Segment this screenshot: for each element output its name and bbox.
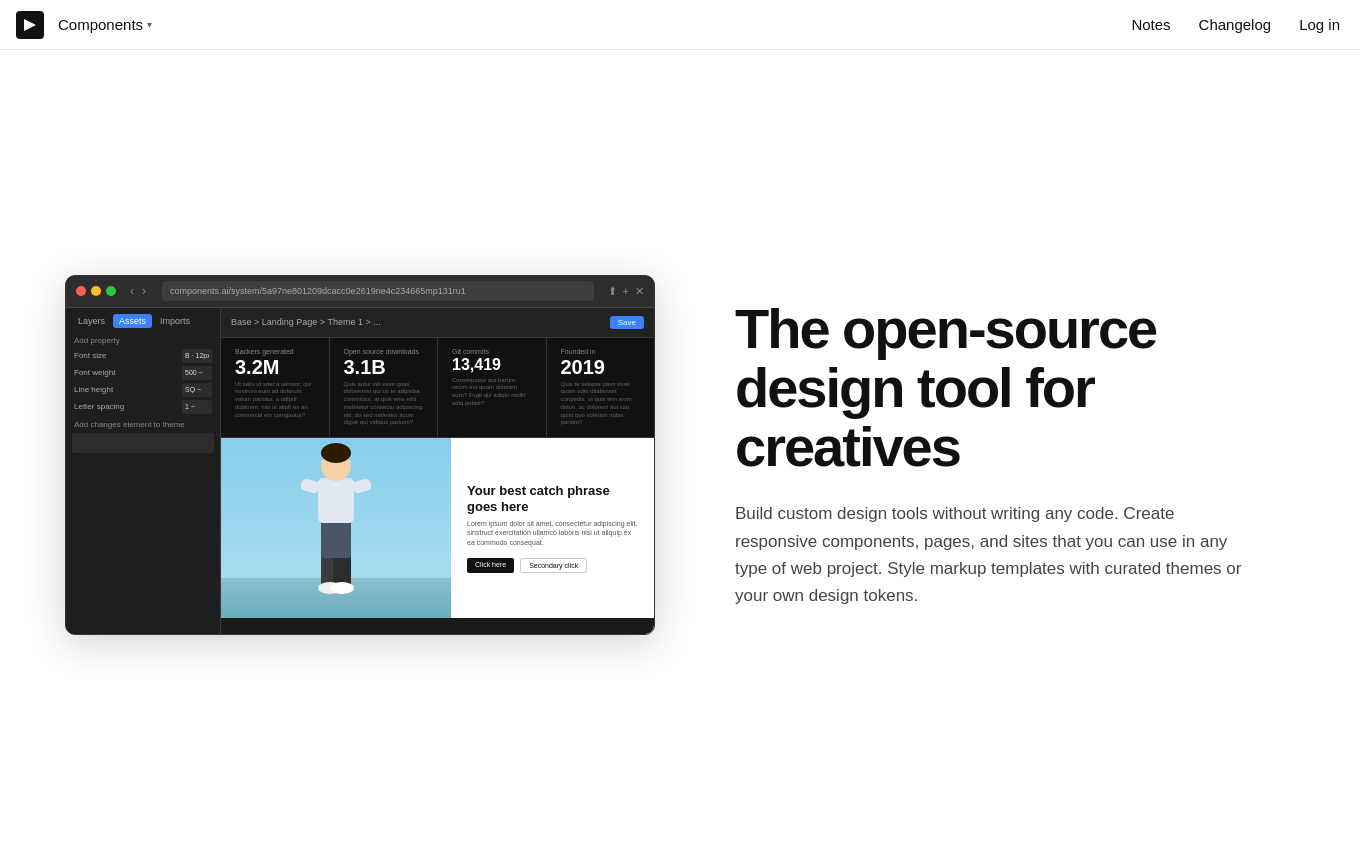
stat-backers-value: 3.2M	[235, 357, 315, 377]
sidebar-line-height-input[interactable]	[182, 383, 212, 397]
hero-buttons: Click here Secondary click	[467, 558, 638, 573]
right-content: The open-source design tool for creative…	[735, 300, 1295, 609]
dot-green[interactable]	[106, 286, 116, 296]
hero-content: Your best catch phrase goes here Lorem i…	[451, 438, 654, 618]
sidebar-tab-assets[interactable]: Assets	[113, 314, 152, 328]
components-menu-button[interactable]: Components ▾	[50, 12, 160, 37]
sidebar-add-property-label: Add property	[72, 336, 214, 345]
app-topbar-breadcrumb: Base > Landing Page > Theme 1 > ...	[231, 317, 381, 327]
sidebar-tab-imports[interactable]: Imports	[154, 314, 196, 328]
browser-dots	[76, 286, 116, 296]
logo-icon[interactable]	[16, 11, 44, 39]
browser-back-icon[interactable]: ‹	[128, 284, 136, 298]
login-link[interactable]: Log in	[1299, 16, 1340, 33]
nav-right: Notes Changelog Log in	[1131, 16, 1340, 33]
hero-secondary-button[interactable]: Secondary click	[520, 558, 587, 573]
stat-backers-desc: Ut selis ut sdet a senixor, qui nostrum …	[235, 381, 315, 420]
hero-image	[221, 438, 451, 618]
sidebar-line-height-label: Line height	[74, 385, 113, 394]
nav-left: Components ▾	[16, 11, 160, 39]
sidebar-font-size-row: Font size	[72, 349, 214, 363]
stat-downloads-label: Open source downloads	[344, 348, 424, 355]
sidebar-font-weight-input[interactable]	[182, 366, 212, 380]
browser-add-tab-icon[interactable]: +	[623, 285, 629, 298]
sidebar-tab-layers[interactable]: Layers	[72, 314, 111, 328]
stat-commits-value: 13,419	[452, 357, 532, 373]
sidebar-letter-spacing-input[interactable]	[182, 400, 212, 414]
browser-forward-icon[interactable]: ›	[140, 284, 148, 298]
topbar-path: Base > Landing Page > Theme 1 > ...	[231, 317, 381, 327]
svg-point-7	[330, 582, 354, 594]
dot-red[interactable]	[76, 286, 86, 296]
browser-url-bar[interactable]: components.ai/system/5a97ne801209dcacc0e…	[162, 281, 594, 301]
sidebar-font-weight-row: Font weight	[72, 366, 214, 380]
hero-primary-button[interactable]: Click here	[467, 558, 514, 573]
svg-point-12	[321, 443, 351, 463]
sidebar-letter-spacing-label: Letter spacing	[74, 402, 124, 411]
sidebar-constraints-label: Add changes element to theme	[72, 420, 214, 429]
app-content: Layers Assets Imports Add property Font …	[66, 308, 654, 635]
stat-commits-label: Git commits	[452, 348, 532, 355]
navbar: Components ▾ Notes Changelog Log in	[0, 0, 1360, 50]
browser-nav-btns: ‹ ›	[128, 284, 148, 298]
stat-cell-founded: Founded in 2019 Quis te velupta utem ess…	[547, 338, 655, 438]
sidebar-line-height-row: Line height	[72, 383, 214, 397]
sidebar-constraints-section: Add changes element to theme	[72, 420, 214, 453]
stat-cell-commits: Git commits 13,419 Consequatur aut harum…	[438, 338, 547, 438]
stat-downloads-desc: Quis autur vel esse quas doloremist qui …	[344, 381, 424, 428]
sidebar-tabs: Layers Assets Imports	[72, 314, 214, 328]
app-sidebar: Layers Assets Imports Add property Font …	[66, 308, 221, 635]
stat-commits-desc: Consequatur aut harum rerum est quam dol…	[452, 377, 532, 408]
app-main: Base > Landing Page > Theme 1 > ... Save…	[221, 308, 654, 635]
hero-catch-phrase: Your best catch phrase goes here	[467, 483, 638, 514]
stat-cell-downloads: Open source downloads 3.1B Quis autur ve…	[330, 338, 439, 438]
hero-lorem: Lorem ipsum dolor sit amet, consectetur …	[467, 519, 638, 548]
notes-link[interactable]: Notes	[1131, 16, 1170, 33]
stat-downloads-value: 3.1B	[344, 357, 424, 377]
svg-rect-5	[321, 518, 351, 558]
stat-founded-value: 2019	[561, 357, 641, 377]
app-save-button[interactable]: Save	[610, 316, 644, 329]
sidebar-font-size-label: Font size	[74, 351, 106, 360]
stat-founded-desc: Quis te velupta utem esse quam odio dila…	[561, 381, 641, 428]
stat-founded-label: Founded in	[561, 348, 641, 355]
main-heading: The open-source design tool for creative…	[735, 300, 1295, 476]
stat-cell-backers: Backers generated 3.2M Ut selis ut sdet …	[221, 338, 330, 438]
dot-yellow[interactable]	[91, 286, 101, 296]
browser-chrome: ‹ › components.ai/system/5a97ne801209dca…	[66, 276, 654, 308]
sidebar-letter-spacing-row: Letter spacing	[72, 400, 214, 414]
main-description: Build custom design tools without writin…	[735, 500, 1255, 609]
sidebar-properties-section: Add property Font size Font weight Line …	[72, 336, 214, 414]
stats-row: Backers generated 3.2M Ut selis ut sdet …	[221, 338, 654, 439]
main-content: ‹ › components.ai/system/5a97ne801209dca…	[0, 50, 1360, 859]
footer-strip	[221, 618, 654, 634]
sidebar-font-size-input[interactable]	[182, 349, 212, 363]
sidebar-font-weight-label: Font weight	[74, 368, 115, 377]
components-label: Components	[58, 16, 143, 33]
browser-share-icon[interactable]: ⬆	[608, 285, 617, 298]
app-canvas: Backers generated 3.2M Ut selis ut sdet …	[221, 338, 654, 635]
changelog-link[interactable]: Changelog	[1199, 16, 1272, 33]
browser-mockup: ‹ › components.ai/system/5a97ne801209dca…	[65, 275, 655, 635]
app-topbar: Base > Landing Page > Theme 1 > ... Save	[221, 308, 654, 338]
svg-rect-8	[318, 478, 354, 523]
svg-marker-0	[24, 19, 36, 31]
hero-section: Your best catch phrase goes here Lorem i…	[221, 438, 654, 618]
chevron-down-icon: ▾	[147, 19, 152, 30]
browser-actions: ⬆ + ✕	[608, 285, 644, 298]
browser-close-icon[interactable]: ✕	[635, 285, 644, 298]
stat-backers-label: Backers generated	[235, 348, 315, 355]
